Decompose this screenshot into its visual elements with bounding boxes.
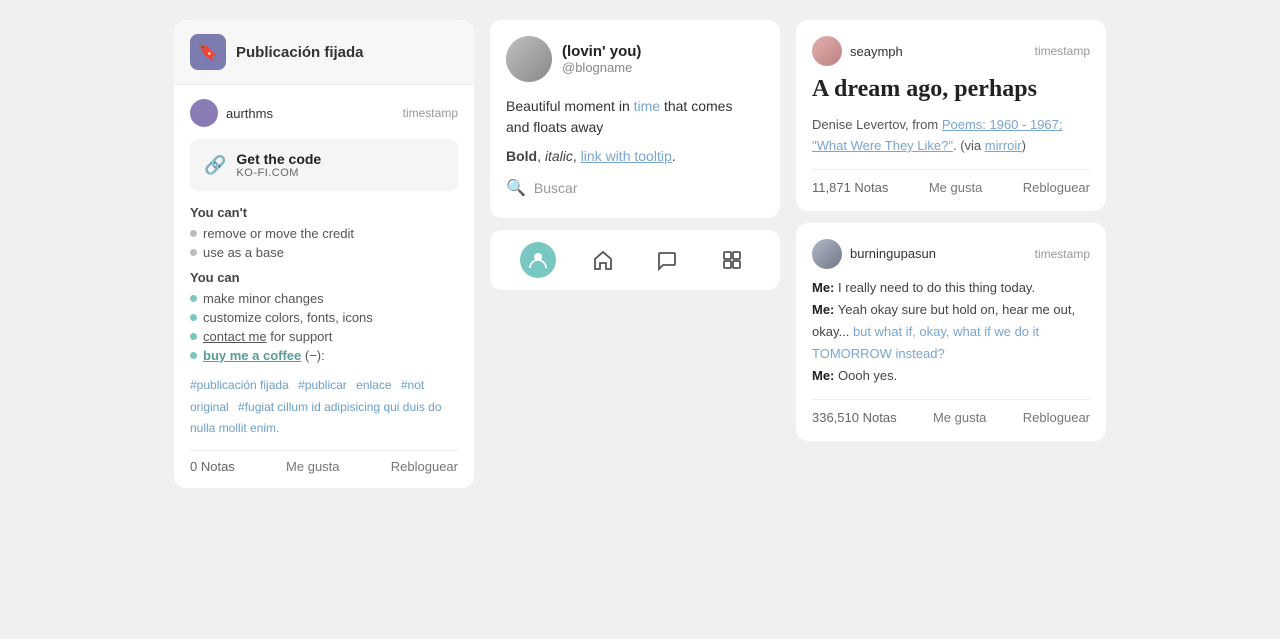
via-link[interactable]: mirroir — [985, 138, 1022, 153]
post-formatted: Bold, italic, link with tooltip. — [506, 148, 764, 164]
avatar — [812, 239, 842, 269]
timestamp: timestamp — [1035, 44, 1090, 58]
author-name: seaymph — [850, 44, 903, 59]
notes-count: 0 Notas — [190, 459, 235, 474]
cant-section: You can't remove or move the credit use … — [190, 205, 458, 260]
pinned-post-card: 🔖 Publicación fijada aurthms timestamp 🔗… — [174, 20, 474, 488]
convo-line-2: Me: Yeah okay sure but hold on, hear me … — [812, 299, 1090, 365]
author-row: aurthms timestamp — [190, 99, 458, 127]
post-footer: 11,871 Notas Me gusta Rebloguear — [812, 169, 1090, 195]
avatar — [190, 99, 218, 127]
list-item: use as a base — [190, 245, 458, 260]
book-link[interactable]: Poems: 1960 - 1967; "What Were They Like… — [812, 117, 1063, 153]
search-icon: 🔍 — [506, 178, 526, 198]
explore-nav-icon[interactable] — [714, 242, 750, 278]
tags-section: #publicación fijada #publicar enlace #no… — [190, 375, 458, 440]
list-item: contact me for support — [190, 329, 458, 344]
me-label: Me: — [812, 368, 834, 383]
tag[interactable]: #publicar — [298, 378, 347, 392]
link-box-title: Get the code — [236, 151, 321, 167]
post-title: A dream ago, perhaps — [812, 74, 1090, 105]
like-button[interactable]: Me gusta — [286, 459, 339, 474]
me-label: Me: — [812, 280, 834, 295]
link-box[interactable]: 🔗 Get the code KO-FI.COM — [190, 139, 458, 191]
tag[interactable]: enlace — [356, 378, 391, 392]
list-item: buy me a coffee (−): — [190, 348, 458, 363]
highlight-text: but what if, okay, what if we do it TOMO… — [812, 324, 1039, 361]
bullet-icon — [190, 352, 197, 359]
bullet-icon — [190, 249, 197, 256]
blog-name: (lovin' you) — [562, 43, 641, 60]
reblog-button[interactable]: Rebloguear — [1023, 410, 1090, 425]
profile-nav-icon[interactable] — [520, 242, 556, 278]
right-panel: seaymph timestamp A dream ago, perhaps D… — [796, 20, 1106, 441]
bullet-icon — [190, 314, 197, 321]
author-row: seaymph timestamp — [812, 36, 1090, 66]
notes-count: 11,871 Notas — [812, 180, 888, 195]
conversation-body: Me: I really need to do this thing today… — [812, 277, 1090, 387]
list-item: remove or move the credit — [190, 226, 458, 241]
post-body: Denise Levertov, from Poems: 1960 - 1967… — [812, 115, 1090, 157]
highlight-time: time — [634, 98, 660, 114]
link-box-url: KO-FI.COM — [236, 167, 321, 179]
author-row: burningupasun timestamp — [812, 239, 1090, 269]
list-item: customize colors, fonts, icons — [190, 310, 458, 325]
post-header: (lovin' you) @blogname — [506, 36, 764, 82]
tag[interactable]: #publicación fijada — [190, 378, 289, 392]
post-body: Beautiful moment in time that comes and … — [506, 96, 764, 138]
search-label: Buscar — [534, 180, 578, 196]
chat-nav-icon[interactable] — [649, 242, 685, 278]
post-footer: 336,510 Notas Me gusta Rebloguear — [812, 399, 1090, 425]
reblog-button[interactable]: Rebloguear — [1023, 180, 1090, 195]
right-post-2: burningupasun timestamp Me: I really nee… — [796, 223, 1106, 441]
cant-list: remove or move the credit use as a base — [190, 226, 458, 260]
timestamp: timestamp — [1035, 247, 1090, 261]
home-nav-icon[interactable] — [585, 242, 621, 278]
can-section: You can make minor changes customize col… — [190, 270, 458, 363]
post-footer: 0 Notas Me gusta Rebloguear — [190, 450, 458, 474]
blog-handle: @blogname — [562, 60, 641, 75]
italic-text: italic — [545, 148, 573, 164]
convo-line-3: Me: Oooh yes. — [812, 365, 1090, 387]
bold-text: Bold — [506, 148, 537, 164]
bullet-icon — [190, 333, 197, 340]
like-button[interactable]: Me gusta — [929, 180, 982, 195]
like-button[interactable]: Me gusta — [933, 410, 986, 425]
left-panel: 🔖 Publicación fijada aurthms timestamp 🔗… — [174, 20, 474, 488]
right-post-1: seaymph timestamp A dream ago, perhaps D… — [796, 20, 1106, 211]
middle-panel: (lovin' you) @blogname Beautiful moment … — [490, 20, 780, 290]
pinned-header: 🔖 Publicación fijada — [174, 20, 474, 85]
post-card: (lovin' you) @blogname Beautiful moment … — [490, 20, 780, 218]
cant-heading: You can't — [190, 205, 458, 220]
author-name: burningupasun — [850, 246, 936, 261]
bottom-nav — [490, 230, 780, 290]
avatar — [506, 36, 552, 82]
bullet-icon — [190, 230, 197, 237]
can-list: make minor changes customize colors, fon… — [190, 291, 458, 363]
pinned-title: Publicación fijada — [236, 44, 364, 61]
contact-link[interactable]: contact me — [203, 329, 267, 344]
list-item: make minor changes — [190, 291, 458, 306]
buy-coffee-link[interactable]: buy me a coffee — [203, 348, 301, 363]
link-icon: 🔗 — [204, 155, 226, 176]
reblog-button[interactable]: Rebloguear — [391, 459, 458, 474]
author-name: aurthms — [226, 106, 273, 121]
notes-count: 336,510 Notas — [812, 410, 897, 425]
bullet-icon — [190, 295, 197, 302]
search-row[interactable]: 🔍 Buscar — [506, 168, 764, 202]
bookmark-icon: 🔖 — [190, 34, 226, 70]
tooltip-link[interactable]: link with tooltip — [581, 148, 672, 164]
me-label: Me: — [812, 302, 834, 317]
avatar — [812, 36, 842, 66]
can-heading: You can — [190, 270, 458, 285]
timestamp: timestamp — [403, 106, 458, 120]
convo-line-1: Me: I really need to do this thing today… — [812, 277, 1090, 299]
